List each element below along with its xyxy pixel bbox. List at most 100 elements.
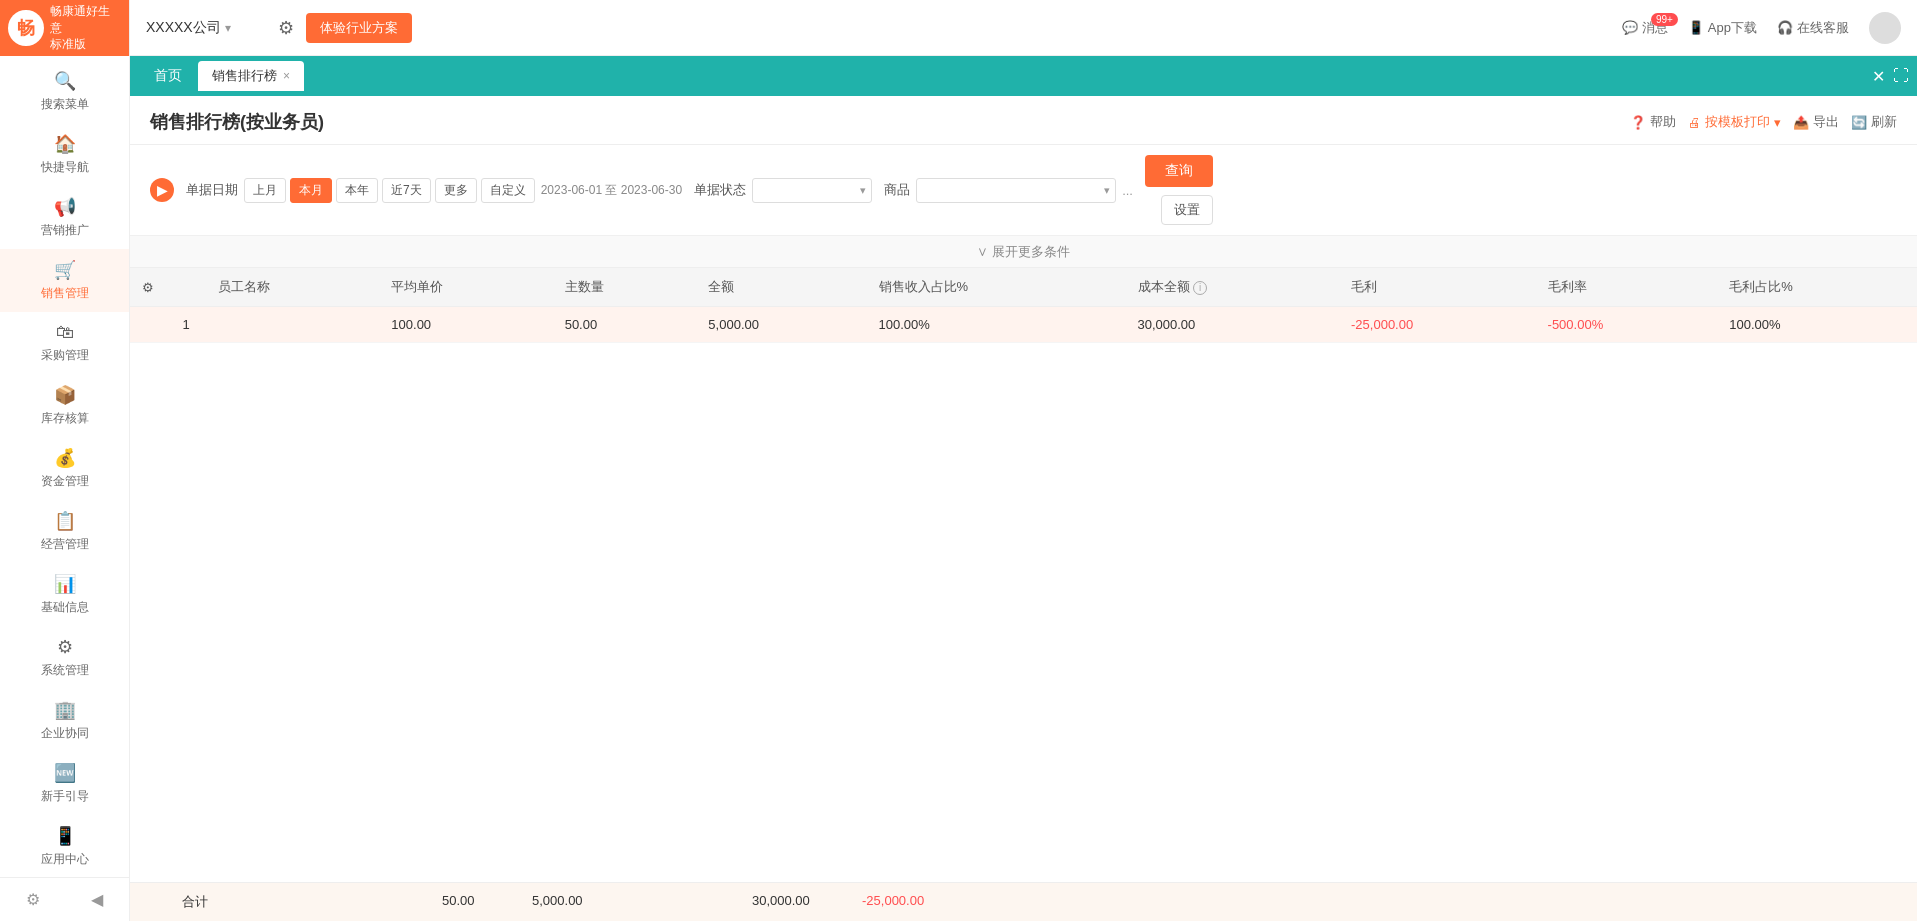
- sidebar-item-appcenter[interactable]: 📱 应用中心: [0, 815, 129, 877]
- sidebar-item-finance[interactable]: 💰 资金管理: [0, 437, 129, 500]
- refresh-button[interactable]: 🔄 刷新: [1851, 113, 1897, 131]
- sidebar-nav: 🔍 搜索菜单 🏠 快捷导航 📢 营销推广 🛒 销售管理 🛍 采购管理 📦 库存核…: [0, 56, 129, 877]
- trial-button[interactable]: 体验行业方案: [306, 13, 412, 43]
- app-download-button[interactable]: 📱 App下载: [1688, 19, 1757, 37]
- settings-button[interactable]: 设置: [1161, 195, 1213, 225]
- export-button[interactable]: 📤 导出: [1793, 113, 1839, 131]
- tab-sales-ranking[interactable]: 销售排行榜 ×: [198, 61, 304, 91]
- row-name: [206, 307, 379, 343]
- col-avg-price: 平均单价: [379, 268, 552, 307]
- search-icon: 🔍: [54, 70, 76, 92]
- right-action-group: 查询 设置: [1145, 155, 1213, 225]
- row-gross-rate: -500.00%: [1536, 307, 1718, 343]
- summary-qty: 50.00: [442, 893, 532, 911]
- online-service-button[interactable]: 🎧 在线客服: [1777, 19, 1849, 37]
- expand-more-bar: ∨ 展开更多条件: [130, 236, 1917, 268]
- summary-label: 合计: [142, 893, 342, 911]
- enterprise-icon: 🏢: [54, 699, 76, 721]
- date-btn-7days[interactable]: 近7天: [382, 178, 431, 203]
- sidebar-item-system[interactable]: ⚙ 系统管理: [0, 626, 129, 689]
- date-btn-this-year[interactable]: 本年: [336, 178, 378, 203]
- message-icon: 💬: [1622, 20, 1638, 35]
- print-dropdown-icon: ▾: [1774, 115, 1781, 130]
- page-actions: ❓ 帮助 🖨 按模板打印 ▾ 📤 导出 🔄 刷新: [1630, 113, 1897, 131]
- expand-more-button[interactable]: ∨ 展开更多条件: [977, 244, 1070, 259]
- status-select[interactable]: [752, 178, 872, 203]
- date-btn-custom[interactable]: 自定义: [481, 178, 535, 203]
- print-button[interactable]: 🖨 按模板打印 ▾: [1688, 113, 1781, 131]
- date-btn-this-month[interactable]: 本月: [290, 178, 332, 203]
- tab-close-icon[interactable]: ×: [283, 69, 290, 83]
- inventory-icon: 📦: [54, 384, 76, 406]
- topbar-right: 💬 消息 99+ 📱 App下载 🎧 在线客服: [1622, 12, 1901, 44]
- query-button[interactable]: 查询: [1145, 155, 1213, 187]
- help-button[interactable]: ❓ 帮助: [1630, 113, 1676, 131]
- col-gross-rate: 毛利率: [1536, 268, 1718, 307]
- filter-date-group: 单据日期 上月 本月 本年 近7天 更多 自定义 2023-06-01 至 20…: [186, 178, 682, 203]
- main-content: XXXXX公司 ▾ ⚙ 体验行业方案 💬 消息 99+ 📱 App下载 🎧 在线…: [130, 0, 1917, 921]
- data-table: ⚙ 员工名称 平均单价 主数量 全额 销售收入占比% 成本全额 i 毛利 毛利率…: [130, 268, 1917, 343]
- sidebar-item-marketing[interactable]: 📢 营销推广: [0, 186, 129, 249]
- collapse-icon[interactable]: ◀: [91, 890, 103, 909]
- summary-cost: 30,000.00: [752, 893, 862, 911]
- window-max-icon[interactable]: ⛶: [1893, 67, 1909, 85]
- company-selector[interactable]: XXXXX公司 ▾: [146, 19, 266, 37]
- date-buttons: 上月 本月 本年 近7天 更多 自定义: [244, 178, 535, 203]
- page-title-row: 销售排行榜(按业务员) ❓ 帮助 🖨 按模板打印 ▾ 📤 导出 🔄 刷新: [150, 110, 1897, 134]
- purchase-icon: 🛍: [56, 322, 74, 343]
- col-name: 员工名称: [206, 268, 379, 307]
- filter-bar: ▶ 单据日期 上月 本月 本年 近7天 更多 自定义 2023-06-01 至 …: [130, 145, 1917, 236]
- appcenter-icon: 📱: [54, 825, 76, 847]
- date-filter-label: 单据日期: [186, 181, 238, 199]
- table-header-row: ⚙ 员工名称 平均单价 主数量 全额 销售收入占比% 成本全额 i 毛利 毛利率…: [130, 268, 1917, 307]
- sidebar-item-enterprise[interactable]: 🏢 企业协同: [0, 689, 129, 752]
- col-gross-pct: 毛利占比%: [1717, 268, 1917, 307]
- tab-home[interactable]: 首页: [138, 59, 198, 93]
- sidebar: 畅 畅康通好生意 标准版 🔍 搜索菜单 🏠 快捷导航 📢 营销推广 🛒 销售管理…: [0, 0, 130, 921]
- row-rank: 1: [166, 307, 206, 343]
- sidebar-item-operations[interactable]: 📋 经营管理: [0, 500, 129, 563]
- sidebar-item-newguide[interactable]: 🆕 新手引导: [0, 752, 129, 815]
- sidebar-item-basic[interactable]: 📊 基础信息: [0, 563, 129, 626]
- filter-goods-group: 商品 ...: [884, 178, 1133, 203]
- sidebar-item-search[interactable]: 🔍 搜索菜单: [0, 60, 129, 123]
- cost-info-icon[interactable]: i: [1193, 281, 1207, 295]
- sales-icon: 🛒: [54, 259, 76, 281]
- table-row: 1 100.00 50.00 5,000.00 100.00% 30,000.0…: [130, 307, 1917, 343]
- goods-select[interactable]: [916, 178, 1116, 203]
- settings-icon[interactable]: ⚙: [278, 17, 294, 39]
- sidebar-item-inventory[interactable]: 📦 库存核算: [0, 374, 129, 437]
- row-amount: 5,000.00: [696, 307, 866, 343]
- filter-status-group: 单据状态: [694, 178, 872, 203]
- summary-row: 合计 50.00 5,000.00 30,000.00 -25,000.00: [130, 882, 1917, 921]
- company-name: XXXXX公司: [146, 19, 221, 37]
- sidebar-item-shortcut[interactable]: 🏠 快捷导航: [0, 123, 129, 186]
- refresh-icon: 🔄: [1851, 115, 1867, 130]
- row-cost: 30,000.00: [1126, 307, 1340, 343]
- sidebar-logo: 畅 畅康通好生意 标准版: [0, 0, 129, 56]
- tab-window-controls: ✕ ⛶: [1872, 67, 1909, 86]
- row-sales-pct: 100.00%: [867, 307, 1126, 343]
- col-cost: 成本全额 i: [1126, 268, 1340, 307]
- window-close-icon[interactable]: ✕: [1872, 67, 1885, 86]
- col-settings[interactable]: ⚙: [130, 268, 166, 307]
- print-icon: 🖨: [1688, 115, 1701, 130]
- sidebar-item-sales[interactable]: 🛒 销售管理: [0, 249, 129, 312]
- company-dropdown-arrow: ▾: [225, 21, 231, 35]
- filter-expand-icon[interactable]: ▶: [150, 178, 174, 202]
- date-btn-more[interactable]: 更多: [435, 178, 477, 203]
- date-btn-last-month[interactable]: 上月: [244, 178, 286, 203]
- sidebar-item-purchase[interactable]: 🛍 采购管理: [0, 312, 129, 374]
- user-avatar[interactable]: [1869, 12, 1901, 44]
- page-header: 销售排行榜(按业务员) ❓ 帮助 🖨 按模板打印 ▾ 📤 导出 🔄 刷新: [130, 96, 1917, 145]
- message-button[interactable]: 💬 消息 99+: [1622, 19, 1668, 37]
- message-badge: 99+: [1651, 13, 1678, 26]
- summary-sales-pct: [642, 893, 752, 911]
- summary-amount: 5,000.00: [532, 893, 642, 911]
- col-sales-pct: 销售收入占比%: [867, 268, 1126, 307]
- sidebar-footer: ⚙ ◀: [0, 877, 129, 921]
- filter-more-btn[interactable]: ...: [1122, 183, 1133, 198]
- app-icon: 📱: [1688, 20, 1704, 35]
- settings-footer-icon[interactable]: ⚙: [26, 890, 40, 909]
- row-avg-price: 100.00: [379, 307, 552, 343]
